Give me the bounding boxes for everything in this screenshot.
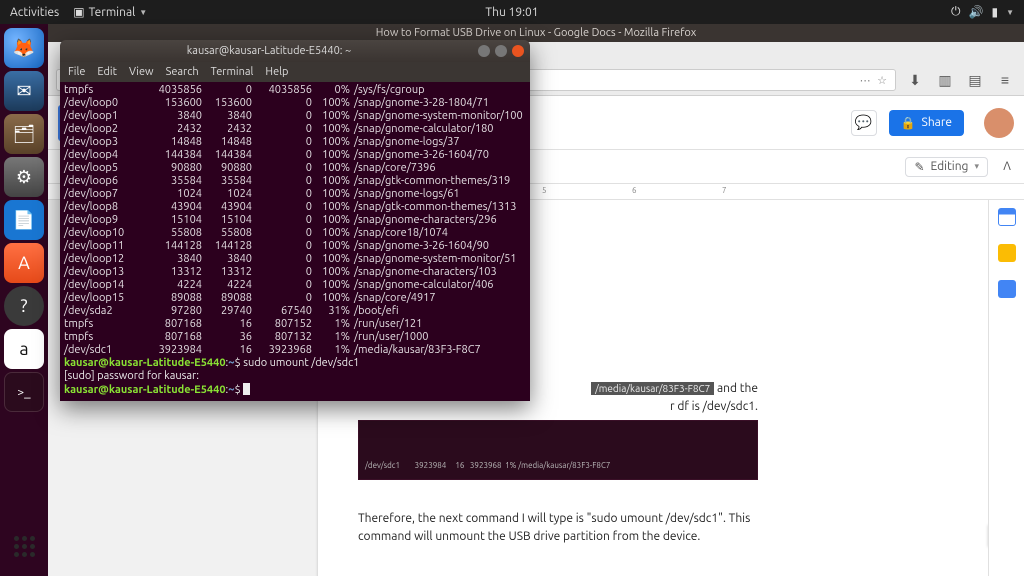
show-applications-button[interactable] bbox=[4, 526, 44, 566]
sudo-prompt: [sudo] password for kausar: bbox=[64, 370, 526, 383]
chevron-down-icon: ▾ bbox=[974, 161, 979, 172]
ruler-mark: 6 bbox=[632, 186, 637, 195]
app-menu-label: Terminal bbox=[89, 6, 136, 19]
df-row: /dev/loop111441281441280100%/snap/gnome-… bbox=[64, 240, 526, 253]
dock-firefox[interactable]: 🦊 bbox=[4, 28, 44, 68]
battery-icon[interactable]: ▮ bbox=[991, 5, 998, 19]
terminal-icon: ▣ bbox=[73, 5, 84, 19]
menu-file[interactable]: File bbox=[68, 66, 85, 78]
pencil-icon: ✎ bbox=[914, 160, 924, 174]
terminal-window: kausar@kausar-Latitude-E5440: ~ File Edi… bbox=[60, 40, 530, 401]
df-row: /dev/loop843904439040100%/snap/gtk-commo… bbox=[64, 201, 526, 214]
embedded-screenshot[interactable]: /dev/sdc1 3923984 16 3923968 1% /media/k… bbox=[358, 420, 758, 480]
share-label: Share bbox=[922, 116, 952, 129]
df-row: /dev/loop41443841443840100%/snap/gnome-3… bbox=[64, 149, 526, 162]
clock[interactable]: Thu 19:01 bbox=[485, 6, 538, 19]
window-close-button[interactable] bbox=[512, 45, 524, 57]
df-row: /dev/loop635584355840100%/snap/gtk-commo… bbox=[64, 175, 526, 188]
df-row: /dev/loop915104151040100%/snap/gnome-cha… bbox=[64, 214, 526, 227]
app-menu[interactable]: ▣ Terminal ▼ bbox=[73, 5, 147, 19]
df-row: tmpfs807168368071321%/run/user/1000 bbox=[64, 331, 526, 344]
prompt-line: kausar@kausar-Latitude-E5440:~$ sudo umo… bbox=[64, 357, 526, 370]
dock-amazon[interactable]: a bbox=[4, 329, 44, 369]
df-row: /dev/loop2243224320100%/snap/gnome-calcu… bbox=[64, 123, 526, 136]
activities-button[interactable]: Activities bbox=[10, 6, 59, 19]
dock-files[interactable]: 🗂 bbox=[4, 114, 44, 154]
cursor bbox=[243, 383, 250, 395]
ruler-mark: 7 bbox=[722, 186, 727, 195]
window-minimize-button[interactable] bbox=[478, 45, 490, 57]
calendar-addon-icon[interactable] bbox=[998, 208, 1016, 226]
prompt-line: kausar@kausar-Latitude-E5440:~$ bbox=[64, 383, 526, 397]
terminal-title: kausar@kausar-Latitude-E5440: ~ bbox=[60, 45, 478, 57]
df-row: /dev/loop12384038400100%/snap/gnome-syst… bbox=[64, 253, 526, 266]
volume-icon[interactable]: 🔊 bbox=[969, 5, 984, 19]
window-title: How to Format USB Drive on Linux - Googl… bbox=[376, 27, 697, 39]
dock-software[interactable]: A bbox=[4, 243, 44, 283]
terminal-titlebar[interactable]: kausar@kausar-Latitude-E5440: ~ bbox=[60, 40, 530, 62]
dock-settings[interactable]: ⚙ bbox=[4, 157, 44, 197]
df-row: /dev/loop01536001536000100%/snap/gnome-3… bbox=[64, 97, 526, 110]
df-row: /dev/loop1055808558080100%/snap/core18/1… bbox=[64, 227, 526, 240]
screenshot-text: /dev/sdc1 3923984 16 3923968 1% /media/k… bbox=[359, 461, 757, 470]
ruler-mark: 5 bbox=[542, 186, 547, 195]
menu-help[interactable]: Help bbox=[265, 66, 288, 78]
network-icon[interactable]: ⏻ bbox=[951, 5, 961, 19]
dock-help[interactable]: ? bbox=[4, 286, 44, 326]
df-row: /dev/loop1589088890880100%/snap/core/491… bbox=[64, 292, 526, 305]
df-row: /dev/loop314848148480100%/snap/gnome-log… bbox=[64, 136, 526, 149]
dock-writer[interactable]: 📄 bbox=[4, 200, 44, 240]
df-row: /dev/loop7102410240100%/snap/gnome-logs/… bbox=[64, 188, 526, 201]
doc-text-fragment: and the bbox=[717, 382, 758, 395]
df-row: tmpfs4035856040358560%/sys/fs/cgroup bbox=[64, 84, 526, 97]
df-row: /dev/sdc139239841639239681%/media/kausar… bbox=[64, 344, 526, 357]
mode-switcher[interactable]: ✎ Editing ▾ bbox=[905, 157, 988, 177]
doc-paragraph[interactable]: Therefore, the next command I will type … bbox=[358, 510, 758, 546]
keep-addon-icon[interactable] bbox=[998, 244, 1016, 262]
gnome-top-bar: Activities ▣ Terminal ▼ Thu 19:01 ⏻ 🔊 ▮ … bbox=[0, 0, 1024, 24]
dock-thunderbird[interactable]: ✉ bbox=[4, 71, 44, 111]
df-row: /dev/loop1313312133120100%/snap/gnome-ch… bbox=[64, 266, 526, 279]
ubuntu-dock: 🦊 ✉ 🗂 ⚙ 📄 A ? a >_ bbox=[0, 24, 48, 576]
url-actions: ⋯ ☆ bbox=[860, 74, 889, 87]
mode-label: Editing bbox=[931, 160, 969, 173]
window-maximize-button[interactable] bbox=[495, 45, 507, 57]
path-badge: /media/kausar/83F3-F8C7 bbox=[591, 382, 714, 395]
menu-edit[interactable]: Edit bbox=[97, 66, 117, 78]
menu-terminal[interactable]: Terminal bbox=[211, 66, 254, 78]
share-button[interactable]: 🔒 Share bbox=[889, 110, 964, 136]
df-row: /dev/loop14422442240100%/snap/gnome-calc… bbox=[64, 279, 526, 292]
side-panel bbox=[988, 200, 1024, 576]
chevron-down-icon: ▼ bbox=[139, 8, 147, 17]
df-row: /dev/loop590880908800100%/snap/core/7396 bbox=[64, 162, 526, 175]
menu-icon[interactable]: ≡ bbox=[994, 69, 1016, 91]
chevron-down-icon[interactable]: ▼ bbox=[1006, 8, 1014, 17]
downloads-icon[interactable]: ⬇ bbox=[904, 69, 926, 91]
dock-terminal[interactable]: >_ bbox=[4, 372, 44, 412]
menu-search[interactable]: Search bbox=[166, 66, 199, 78]
df-row: tmpfs807168168071521%/run/user/121 bbox=[64, 318, 526, 331]
account-avatar[interactable] bbox=[984, 108, 1014, 138]
df-row: /dev/sda297280297406754031%/boot/efi bbox=[64, 305, 526, 318]
collapse-toolbar-button[interactable]: ʌ bbox=[996, 156, 1018, 178]
df-row: /dev/loop1384038400100%/snap/gnome-syste… bbox=[64, 110, 526, 123]
terminal-body[interactable]: tmpfs4035856040358560%/sys/fs/cgroup/dev… bbox=[60, 82, 530, 401]
menu-view[interactable]: View bbox=[129, 66, 154, 78]
library-icon[interactable]: ▥ bbox=[934, 69, 956, 91]
terminal-menubar: File Edit View Search Terminal Help bbox=[60, 62, 530, 82]
sidebar-icon[interactable]: ▤ bbox=[964, 69, 986, 91]
tasks-addon-icon[interactable] bbox=[998, 280, 1016, 298]
lock-icon: 🔒 bbox=[901, 116, 916, 130]
comments-button[interactable]: 💬 bbox=[851, 110, 877, 136]
